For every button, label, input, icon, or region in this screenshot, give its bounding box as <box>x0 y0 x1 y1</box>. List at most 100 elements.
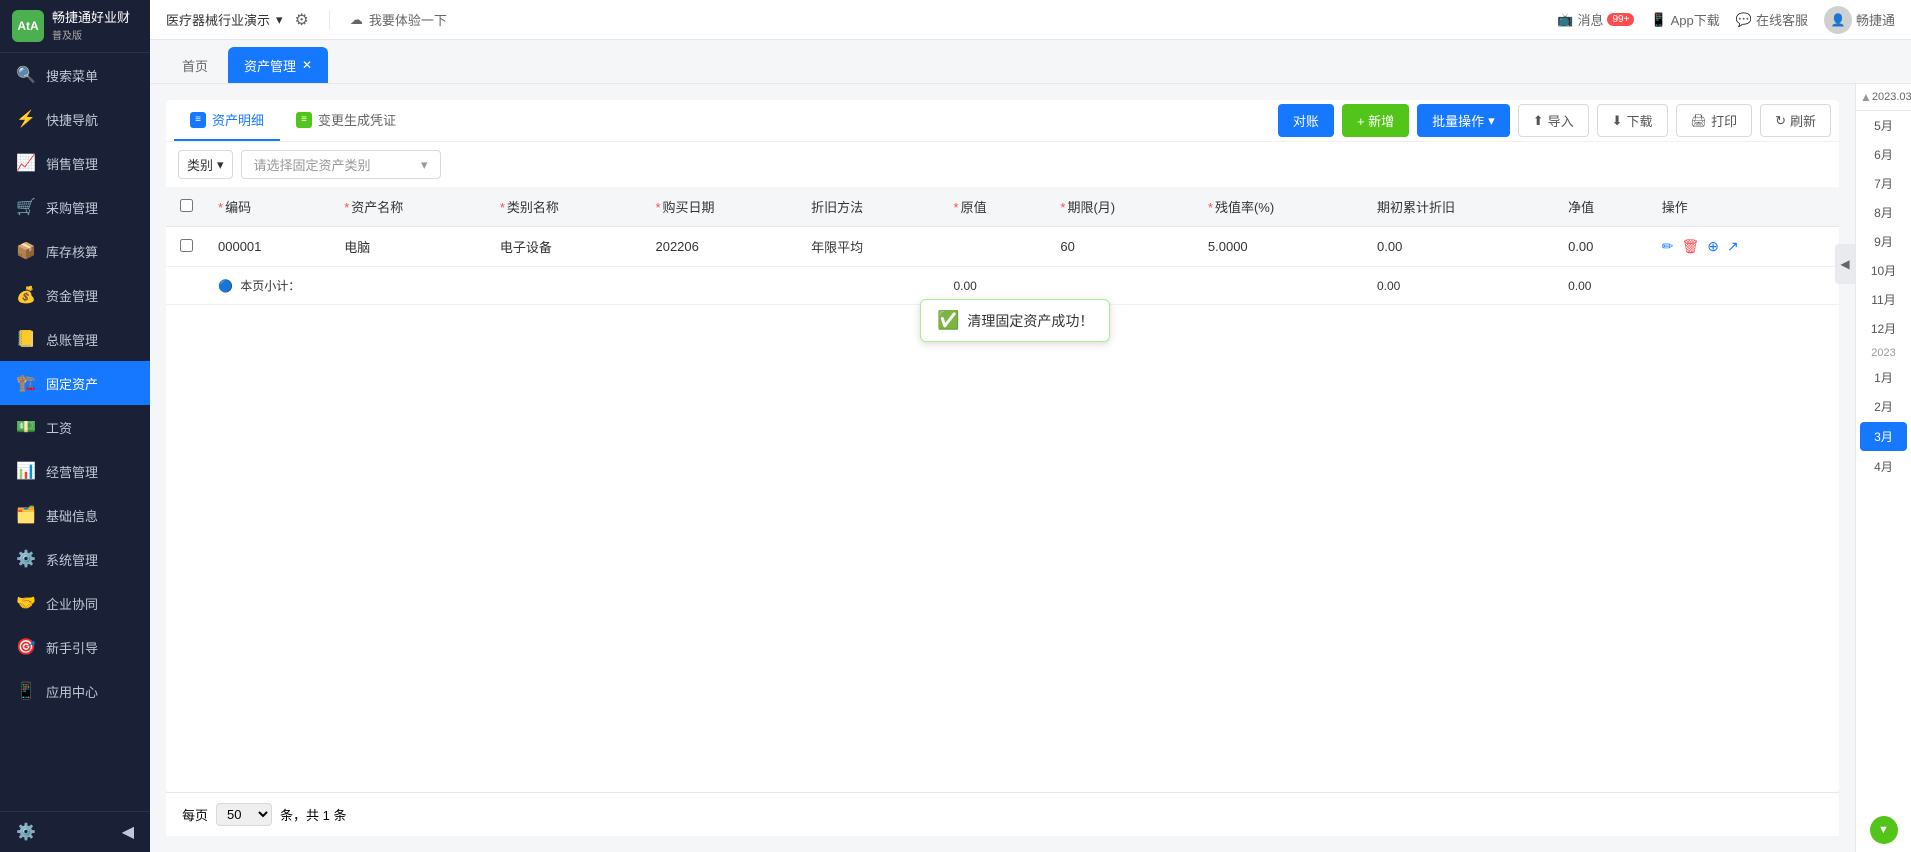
new-button[interactable]: + 新增 <box>1342 104 1409 137</box>
user-avatar: 👤 <box>1824 6 1852 34</box>
calendar-month-2[interactable]: 2月 <box>1856 392 1911 421</box>
sidebar-item-basic-info[interactable]: 🗂️ 基础信息 <box>0 493 150 537</box>
tab-home[interactable]: 首页 <box>166 47 224 83</box>
calendar-month-10[interactable]: 10月 <box>1856 256 1911 285</box>
calendar-month-11[interactable]: 11月 <box>1856 285 1911 314</box>
sidebar-item-label: 总账管理 <box>46 330 98 349</box>
salary-icon: 💵 <box>16 417 36 437</box>
batch-dropdown-icon: ▾ <box>1488 113 1495 129</box>
username: 畅捷通 <box>1856 10 1895 29</box>
experience-text: 我要体验一下 <box>369 10 447 29</box>
category-filter-select[interactable]: 类别 ▾ <box>178 150 233 179</box>
tab-asset-mgmt-label: 资产管理 <box>244 56 296 75</box>
sidebar-item-label: 经营管理 <box>46 462 98 481</box>
experience-link[interactable]: ☁ 我要体验一下 <box>350 10 447 29</box>
sidebar-item-appstore[interactable]: 📱 应用中心 <box>0 669 150 713</box>
reconcile-button[interactable]: 对账 <box>1278 104 1334 137</box>
online-service-button[interactable]: 💬 在线客服 <box>1736 10 1808 29</box>
sidebar-item-label: 系统管理 <box>46 550 98 569</box>
calendar-year-label: 2023.03 <box>1872 91 1911 103</box>
user-menu[interactable]: 👤 畅捷通 <box>1824 6 1895 34</box>
sidebar-item-search[interactable]: 🔍 搜索菜单 <box>0 53 150 97</box>
online-service-label: 在线客服 <box>1756 10 1808 29</box>
col-purchase-date: *购买日期 <box>643 187 799 227</box>
company-name: 医疗器械行业演示 <box>166 10 270 29</box>
message-badge: 99+ <box>1607 13 1634 26</box>
sidebar-item-purchase[interactable]: 🛒 采购管理 <box>0 185 150 229</box>
sidebar-item-system[interactable]: ⚙️ 系统管理 <box>0 537 150 581</box>
delete-action-button[interactable]: 🗑 <box>1682 238 1700 255</box>
sidebar-item-guide[interactable]: 🎯 新手引导 <box>0 625 150 669</box>
copy-action-button[interactable]: ⊕ <box>1707 238 1719 255</box>
sidebar-item-enterprise[interactable]: 🤝 企业协同 <box>0 581 150 625</box>
refresh-button[interactable]: ↻ 刷新 <box>1760 104 1831 137</box>
print-button[interactable]: 🖨 打印 <box>1676 104 1753 137</box>
per-page-select[interactable]: 10 20 50 100 <box>216 803 272 826</box>
calendar-up-arrow[interactable]: ▲ <box>1860 90 1872 104</box>
panel-toggle-button[interactable]: ◀ <box>1835 244 1855 284</box>
import-button[interactable]: ⬆ 导入 <box>1518 104 1589 137</box>
tab-close-icon[interactable]: ✕ <box>302 58 312 72</box>
logo-icon: AtA <box>12 10 44 42</box>
calendar-month-12[interactable]: 12月 <box>1856 314 1911 343</box>
calendar-month-9[interactable]: 9月 <box>1856 227 1911 256</box>
subtab-asset-icon: ≡ <box>190 112 206 128</box>
filter-toolbar: 类别 ▾ 请选择固定资产类别 ▾ <box>166 141 1839 187</box>
calendar-month-6[interactable]: 6月 <box>1856 140 1911 169</box>
calendar-month-4[interactable]: 4月 <box>1856 452 1911 481</box>
category-filter-input[interactable]: 请选择固定资产类别 ▾ <box>241 150 441 179</box>
batch-button[interactable]: 批量操作 ▾ <box>1417 104 1510 137</box>
sidebar-item-fixed-assets[interactable]: 🏗️ 固定资产 <box>0 361 150 405</box>
sidebar-item-operations[interactable]: 📊 经营管理 <box>0 449 150 493</box>
subtab-voucher[interactable]: ≡ 变更生成凭证 <box>280 100 412 141</box>
select-all-checkbox[interactable] <box>180 199 193 212</box>
col-category: *类别名称 <box>488 187 644 227</box>
calendar-month-3-current[interactable]: 3月 <box>1860 422 1907 451</box>
cell-period: 60 <box>1048 227 1195 267</box>
pagination: 每页 10 20 50 100 条，共 1 条 <box>166 792 1839 836</box>
calendar-today-button[interactable]: ▼ <box>1870 816 1898 844</box>
sidebar-item-label: 基础信息 <box>46 506 98 525</box>
settings-icon[interactable]: ⚙️ <box>16 822 36 842</box>
sidebar-item-label: 快捷导航 <box>46 110 98 129</box>
calendar-year-2023: 2023 <box>1856 343 1911 363</box>
row-checkbox[interactable] <box>180 239 193 252</box>
fixed-assets-icon: 🏗️ <box>16 373 36 393</box>
edit-action-button[interactable]: ✏ <box>1662 238 1674 255</box>
sidebar-item-quicknav[interactable]: ⚡ 快捷导航 <box>0 97 150 141</box>
subtab-asset-detail[interactable]: ≡ 资产明细 <box>174 100 280 141</box>
purchase-icon: 🛒 <box>16 197 36 217</box>
topbar-right: 📺 消息 99+ 📱 App下载 💬 在线客服 👤 畅捷通 <box>1557 6 1895 34</box>
messages-button[interactable]: 📺 消息 99+ <box>1557 10 1634 29</box>
col-initial-depreciation: 期初累计折旧 <box>1365 187 1556 227</box>
sidebar-item-salary[interactable]: 💵 工资 <box>0 405 150 449</box>
calendar-month-7[interactable]: 7月 <box>1856 169 1911 198</box>
download-button[interactable]: ⬇ 下载 <box>1597 104 1668 137</box>
calendar-month-1[interactable]: 1月 <box>1856 363 1911 392</box>
tab-asset-mgmt[interactable]: 资产管理 ✕ <box>228 47 328 83</box>
settings-gear-icon[interactable]: ⚙ <box>295 10 309 30</box>
calendar-month-8[interactable]: 8月 <box>1856 198 1911 227</box>
sidebar-item-inventory[interactable]: 📦 库存核算 <box>0 229 150 273</box>
appstore-icon: 📱 <box>16 681 36 701</box>
select-all-cell <box>166 187 206 227</box>
cell-code: 000001 <box>206 227 332 267</box>
collapse-icon[interactable]: ◀ <box>122 822 134 842</box>
sidebar-item-sales[interactable]: 📈 销售管理 <box>0 141 150 185</box>
table-row: 000001 电脑 电子设备 202206 年限平均 60 5.0000 0.0… <box>166 227 1839 267</box>
company-selector[interactable]: 医疗器械行业演示 ▾ <box>166 10 283 29</box>
sidebar-item-label: 工资 <box>46 418 72 437</box>
sidebar-item-funds[interactable]: 💰 资金管理 <box>0 273 150 317</box>
messages-label: 消息 <box>1577 10 1603 29</box>
content-main: ≡ 资产明细 ≡ 变更生成凭证 对账 + 新增 批量操作 ▾ ⬆ <box>150 84 1855 852</box>
sidebar-item-ledger[interactable]: 📒 总账管理 <box>0 317 150 361</box>
calendar-bottom: ▼ <box>1856 808 1911 852</box>
sidebar-nav: 🔍 搜索菜单 ⚡ 快捷导航 📈 销售管理 🛒 采购管理 📦 库存核算 💰 资金管… <box>0 53 150 811</box>
success-message: 清理固定资产成功！ <box>967 311 1093 331</box>
more-action-button[interactable]: ↗ <box>1727 238 1739 255</box>
calendar-month-5[interactable]: 5月 <box>1856 111 1911 140</box>
guide-icon: 🎯 <box>16 637 36 657</box>
calendar-scroll[interactable]: 5月 6月 7月 8月 9月 10月 11月 12月 2023 1月 2月 3月… <box>1856 111 1911 808</box>
subtab-voucher-label: 变更生成凭证 <box>318 110 396 129</box>
app-download-button[interactable]: 📱 App下载 <box>1650 10 1719 29</box>
